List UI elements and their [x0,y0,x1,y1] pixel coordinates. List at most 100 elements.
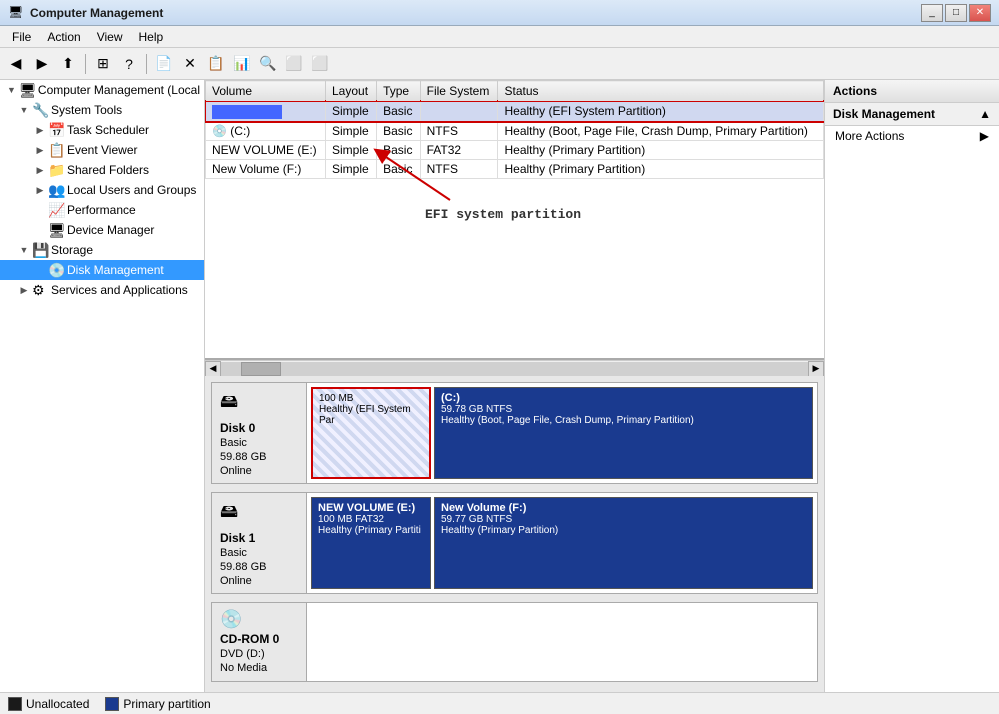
partition-status: Healthy (Boot, Page File, Crash Dump, Pr… [441,415,806,426]
scroll-thumb[interactable] [241,362,281,376]
partition-status: Healthy (Primary Partition) [441,525,806,536]
col-filesystem[interactable]: File System [420,81,498,102]
toolbar-separator-1 [85,54,86,74]
help-button[interactable]: ? [117,52,141,76]
sidebar-item-local-users[interactable]: ▶ 👥 Local Users and Groups [0,180,204,200]
close-button[interactable]: ✕ [969,4,991,22]
table-horiz-scroll[interactable]: ◀ ▶ [205,360,824,376]
expander-event-viewer: ▶ [32,142,48,158]
disk-type: DVD (D:) [220,648,298,660]
maximize-button[interactable]: □ [945,4,967,22]
col-layout[interactable]: Layout [326,81,377,102]
expander-services-apps: ▶ [16,282,32,298]
expander-shared-folders: ▶ [32,162,48,178]
cell-status: Healthy (Boot, Page File, Crash Dump, Pr… [498,121,824,140]
sidebar-label-device-manager: Device Manager [67,223,154,237]
sidebar-item-disk-management[interactable]: 💿 Disk Management [0,260,204,280]
sidebar-item-task-scheduler[interactable]: ▶ 📅 Task Scheduler [0,120,204,140]
table-row[interactable]: New Volume (F:)SimpleBasicNTFSHealthy (P… [206,159,824,178]
disk-status: Online [220,465,298,477]
disk-name: Disk 0 [220,421,298,435]
up-button[interactable]: ⬆ [56,52,80,76]
table-row[interactable]: 💿 (C:)SimpleBasicNTFSHealthy (Boot, Page… [206,121,824,140]
sidebar: ▼ 🖥 Computer Management (Local ▼ 🔧 Syste… [0,80,205,692]
sidebar-label-system-tools: System Tools [51,103,122,117]
partition-primary[interactable]: (C:)59.78 GB NTFSHealthy (Boot, Page Fil… [434,387,813,479]
disk-info-cdrom0: 💿CD-ROM 0DVD (D:)No Media [212,603,307,681]
show-hide-button[interactable]: ⊞ [91,52,115,76]
col-type[interactable]: Type [377,81,421,102]
partition-label: NEW VOLUME (E:) [318,502,424,514]
sidebar-item-system-tools[interactable]: ▼ 🔧 System Tools [0,100,204,120]
col-volume[interactable]: Volume [206,81,326,102]
cell-status: Healthy (EFI System Partition) [498,102,824,122]
disk-status: Online [220,575,298,587]
sidebar-item-performance[interactable]: 📈 Performance [0,200,204,220]
col-status[interactable]: Status [498,81,824,102]
menu-help[interactable]: Help [131,28,172,46]
disk-drive-icon: 💿 [220,609,298,630]
cell-layout: Simple [326,121,377,140]
actions-item-more-actions[interactable]: More Actions ▶ [825,126,999,146]
sidebar-item-services-apps[interactable]: ▶ ⚙ Services and Applications [0,280,204,300]
partition-primary-small[interactable]: NEW VOLUME (E:)100 MB FAT32Healthy (Prim… [311,497,431,589]
disk-name: Disk 1 [220,531,298,545]
properties2-button[interactable]: 📊 [230,52,254,76]
disk-status: No Media [220,662,298,674]
cell-type: Basic [377,140,421,159]
disk-management-icon: 💿 [48,262,64,278]
performance-icon: 📈 [48,202,64,218]
sidebar-item-computer-management[interactable]: ▼ 🖥 Computer Management (Local [0,80,204,100]
properties-button[interactable]: 📋 [204,52,228,76]
expander-system-tools: ▼ [16,102,32,118]
table-row[interactable]: NEW VOLUME (E:)SimpleBasicFAT32Healthy (… [206,140,824,159]
task-scheduler-icon: 📅 [48,122,64,138]
disk-type: Basic [220,547,298,559]
legend-unallocated: Unallocated [8,697,89,711]
cell-filesystem: NTFS [420,121,498,140]
disk-drive-icon: 🖴 [220,499,298,529]
expander-device-manager [32,222,48,238]
cell-layout: Simple [326,159,377,178]
back-button[interactable]: ◀ [4,52,28,76]
window-icon: 🖥 [8,5,24,21]
partition-size: 100 MB FAT32 [318,514,424,525]
search-button[interactable]: 🔍 [256,52,280,76]
filter-button[interactable]: ⬜ [308,52,332,76]
table-row[interactable]: SimpleBasicHealthy (EFI System Partition… [206,102,824,122]
partition-size: 100 MB [319,393,423,404]
system-tools-icon: 🔧 [32,102,48,118]
menu-file[interactable]: File [4,28,39,46]
partition-primary-large[interactable]: New Volume (F:)59.77 GB NTFSHealthy (Pri… [434,497,813,589]
partition-efi[interactable]: 100 MBHealthy (EFI System Par [311,387,431,479]
disk-info-disk0: 🖴Disk 0Basic59.88 GBOnline [212,383,307,483]
expander-performance [32,202,48,218]
scroll-track[interactable] [221,362,808,376]
window-title: Computer Management [30,6,921,20]
menu-action[interactable]: Action [39,28,88,46]
delete-button[interactable]: ✕ [178,52,202,76]
scroll-right-btn[interactable]: ▶ [808,361,824,377]
expander-computer-management: ▼ [4,82,19,98]
disk-table-container: Volume Layout Type File System Status Si… [205,80,824,360]
partition-label: New Volume (F:) [441,502,806,514]
cell-type: Basic [377,102,421,122]
legend-unallocated-label: Unallocated [26,697,89,711]
sidebar-label-local-users: Local Users and Groups [67,183,196,197]
event-viewer-icon: 📋 [48,142,64,158]
export-button[interactable]: 📄 [152,52,176,76]
sidebar-item-storage[interactable]: ▼ 💾 Storage [0,240,204,260]
view-button[interactable]: ⬜ [282,52,306,76]
scroll-left-btn[interactable]: ◀ [205,361,221,377]
sidebar-item-device-manager[interactable]: 🖥 Device Manager [0,220,204,240]
minimize-button[interactable]: _ [921,4,943,22]
services-apps-icon: ⚙ [32,282,48,298]
legend-primary: Primary partition [105,697,210,711]
actions-header: Actions [825,80,999,103]
cell-volume [206,102,326,122]
sidebar-item-shared-folders[interactable]: ▶ 📁 Shared Folders [0,160,204,180]
menu-view[interactable]: View [89,28,131,46]
actions-section-disk-management[interactable]: Disk Management ▲ [825,103,999,126]
sidebar-item-event-viewer[interactable]: ▶ 📋 Event Viewer [0,140,204,160]
forward-button[interactable]: ▶ [30,52,54,76]
